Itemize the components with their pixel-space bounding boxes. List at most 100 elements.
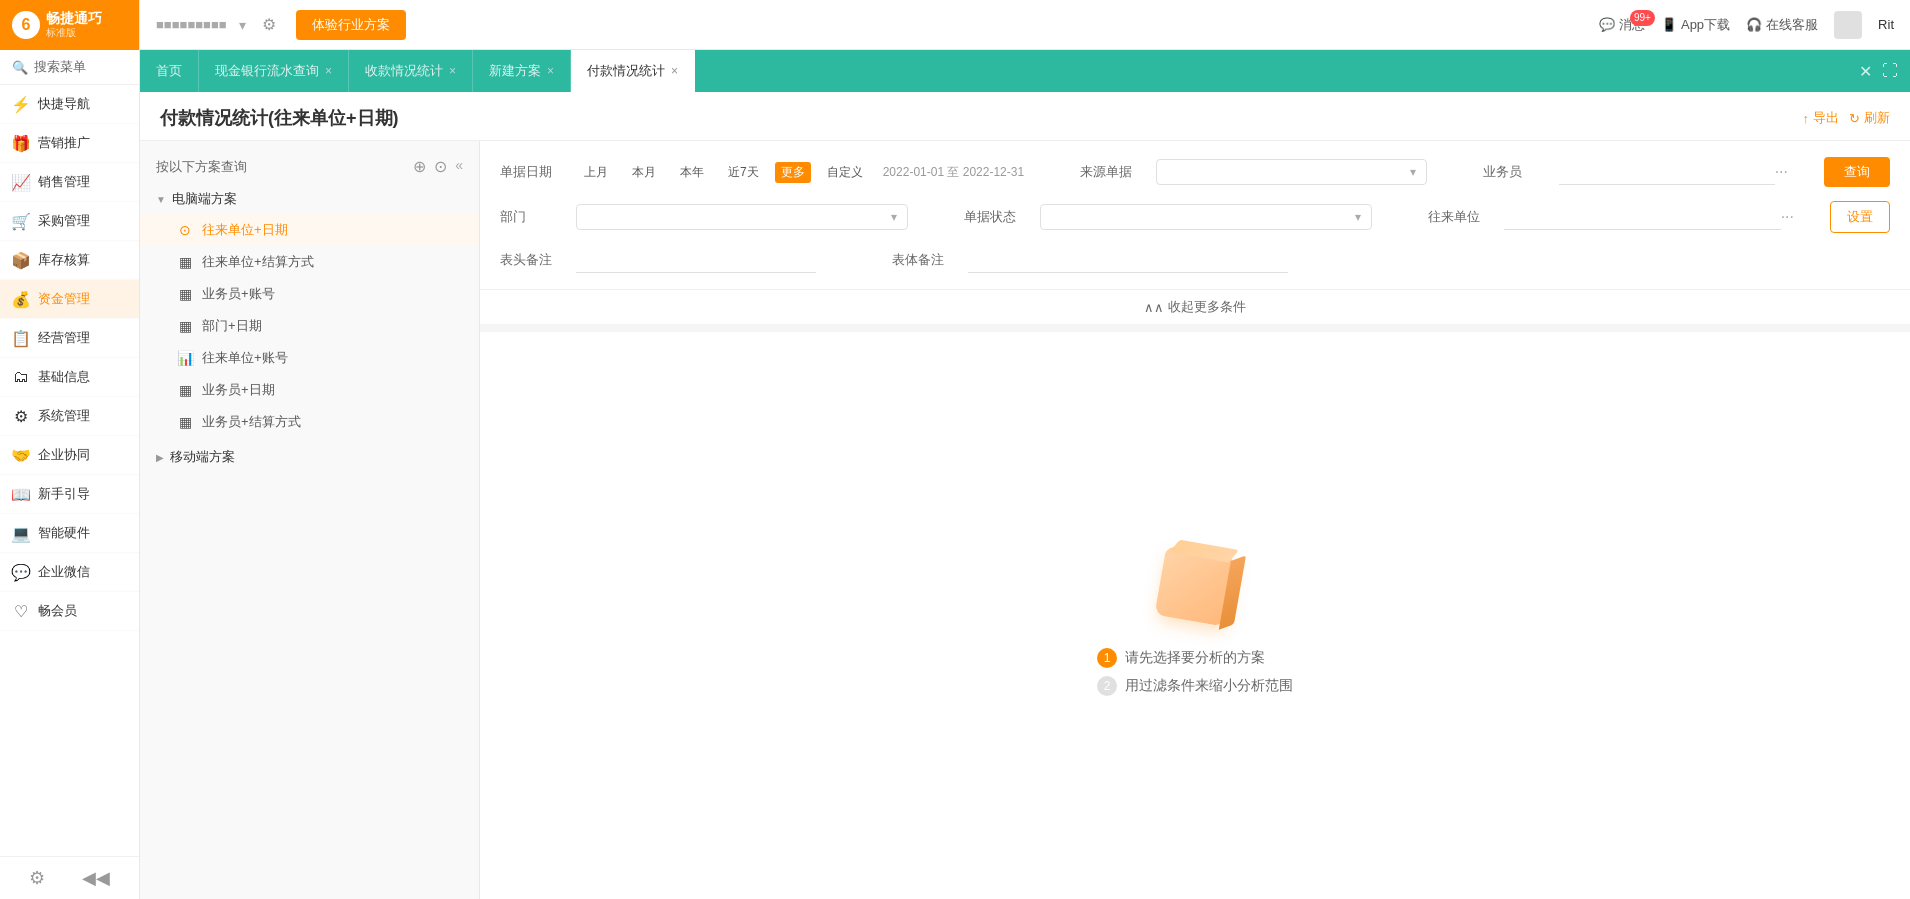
tabbar-actions: ✕ ⛶: [1847, 50, 1910, 92]
staff-input[interactable]: [1559, 159, 1775, 185]
tab-receivable[interactable]: 收款情况统计 ×: [349, 50, 473, 92]
date-btn-custom[interactable]: 自定义: [819, 162, 871, 183]
mobile-group-arrow: ▶: [156, 452, 164, 463]
breadcrumb-arrow[interactable]: ▾: [239, 17, 246, 33]
sidebar-item-quicknav[interactable]: ⚡ 快捷导航: [0, 85, 139, 124]
sidebar-item-system[interactable]: ⚙ 系统管理: [0, 397, 139, 436]
sidebar-item-member[interactable]: ♡ 畅会员: [0, 592, 139, 631]
online-service-btn[interactable]: 🎧 在线客服: [1746, 16, 1818, 34]
scheme-item-unit-account[interactable]: 📊 往来单位+账号: [140, 342, 479, 374]
scheme-settings-icon[interactable]: ⊙: [434, 157, 447, 176]
date-btn-more[interactable]: 更多: [775, 162, 811, 183]
voucher-status-label: 单据状态: [964, 208, 1024, 226]
unit-settlement-icon: ▦: [176, 254, 194, 270]
sidebar-item-finance[interactable]: 💰 资金管理: [0, 280, 139, 319]
refresh-btn[interactable]: ↻ 刷新: [1849, 109, 1890, 127]
scheme-item-unit-settlement-label: 往来单位+结算方式: [202, 253, 314, 271]
staff-input-dots: ···: [1775, 163, 1788, 181]
sidebar-item-basicinfo[interactable]: 🗂 基础信息: [0, 358, 139, 397]
breadcrumb-text: ■■■■■■■■■: [156, 17, 227, 32]
management-icon: 📋: [12, 329, 30, 347]
mobile-scheme-group-header[interactable]: ▶ 移动端方案: [140, 442, 479, 472]
pc-scheme-group: ▼ 电脑端方案 ⊙ 往来单位+日期 ▦ 往来单位+结算方式 ▦ 业务员+账号: [140, 184, 479, 438]
collapse-icon: ∧∧: [1144, 300, 1164, 315]
empty-hint-2: 2 用过滤条件来缩小分析范围: [1097, 676, 1293, 696]
purchase-icon: 🛒: [12, 212, 30, 230]
export-btn[interactable]: ↑ 导出: [1803, 109, 1840, 127]
scheme-item-staff-settlement[interactable]: ▦ 业务员+结算方式: [140, 406, 479, 438]
header-note-label: 表头备注: [500, 251, 560, 269]
collapse-label: 收起更多条件: [1168, 298, 1246, 316]
date-btn-7days[interactable]: 近7天: [720, 162, 767, 183]
sidebar-item-inventory[interactable]: 📦 库存核算: [0, 241, 139, 280]
scheme-item-unit-date[interactable]: ⊙ 往来单位+日期: [140, 214, 479, 246]
unit-label: 往来单位: [1428, 208, 1488, 226]
sidebar-item-newbie[interactable]: 📖 新手引导: [0, 475, 139, 514]
tab-receivable-label: 收款情况统计: [365, 62, 443, 80]
date-btn-thisyear[interactable]: 本年: [672, 162, 712, 183]
tabbar: 首页 现金银行流水查询 × 收款情况统计 × 新建方案 × 付款情况统计 × ✕…: [140, 50, 1910, 92]
scheme-item-staff-date[interactable]: ▦ 业务员+日期: [140, 374, 479, 406]
search-label: 搜索菜单: [34, 58, 86, 76]
sidebar-item-enterprise[interactable]: 🤝 企业协同: [0, 436, 139, 475]
sidebar-item-corpwechat[interactable]: 💬 企业微信: [0, 553, 139, 592]
sidebar-item-marketing[interactable]: 🎁 营销推广: [0, 124, 139, 163]
pc-group-title: 电脑端方案: [172, 190, 237, 208]
dept-select-arrow: ▾: [891, 210, 897, 224]
message-btn[interactable]: 💬 消息 99+: [1599, 16, 1645, 34]
try-industry-btn[interactable]: 体验行业方案: [296, 10, 406, 40]
scheme-item-dept-date[interactable]: ▦ 部门+日期: [140, 310, 479, 342]
tab-new-scheme[interactable]: 新建方案 ×: [473, 50, 571, 92]
collapse-panel-icon[interactable]: «: [455, 157, 463, 176]
tab-cash-flow-label: 现金银行流水查询: [215, 62, 319, 80]
tabbar-expand-icon[interactable]: ⛶: [1882, 62, 1898, 80]
tab-cash-flow-close[interactable]: ×: [325, 64, 332, 78]
scheme-item-staff-account-label: 业务员+账号: [202, 285, 275, 303]
add-scheme-icon[interactable]: ⊕: [413, 157, 426, 176]
empty-hint-1: 1 请先选择要分析的方案: [1097, 648, 1293, 668]
sidebar-item-sales[interactable]: 📈 销售管理: [0, 163, 139, 202]
enterprise-icon: 🤝: [12, 446, 30, 464]
topbar-right: 💬 消息 99+ 📱 App下载 🎧 在线客服 Rit: [1599, 11, 1894, 39]
header-note-input[interactable]: [576, 247, 816, 273]
source-select[interactable]: ▾: [1156, 159, 1427, 185]
page-header: 付款情况统计(往来单位+日期) ↑ 导出 ↻ 刷新: [140, 92, 1910, 141]
date-range-text: 2022-01-01 至 2022-12-31: [883, 164, 1024, 181]
date-btn-thismonth[interactable]: 本月: [624, 162, 664, 183]
sidebar-item-purchase[interactable]: 🛒 采购管理: [0, 202, 139, 241]
tab-cash-flow[interactable]: 现金银行流水查询 ×: [199, 50, 349, 92]
system-icon: ⚙: [12, 407, 30, 425]
scheme-item-staff-account[interactable]: ▦ 业务员+账号: [140, 278, 479, 310]
sidebar-item-enterprise-label: 企业协同: [38, 446, 90, 464]
hint-num-2: 2: [1097, 676, 1117, 696]
tab-payment-stat[interactable]: 付款情况统计 ×: [571, 50, 695, 92]
user-avatar[interactable]: [1834, 11, 1862, 39]
date-btn-lastmonth[interactable]: 上月: [576, 162, 616, 183]
collapse-more-btn[interactable]: ∧∧ 收起更多条件: [480, 289, 1910, 324]
right-content: 单据日期 上月 本月 本年 近7天 更多 自定义 2022-01-01 至 20…: [480, 141, 1910, 899]
sidebar-item-sales-label: 销售管理: [38, 173, 90, 191]
unit-input[interactable]: [1504, 204, 1781, 230]
scheme-item-unit-settlement[interactable]: ▦ 往来单位+结算方式: [140, 246, 479, 278]
voucher-status-select[interactable]: ▾: [1040, 204, 1372, 230]
query-btn[interactable]: 查询: [1824, 157, 1890, 187]
sidebar-search[interactable]: 🔍 搜索菜单: [0, 50, 139, 85]
tabbar-close-all-icon[interactable]: ✕: [1859, 62, 1872, 81]
sidebar-item-management[interactable]: 📋 经营管理: [0, 319, 139, 358]
app-download-btn[interactable]: 📱 App下载: [1661, 16, 1730, 34]
topbar-gear-icon[interactable]: ⚙: [262, 15, 276, 34]
sidebar-item-smarthw[interactable]: 💻 智能硬件: [0, 514, 139, 553]
pc-scheme-group-header[interactable]: ▼ 电脑端方案: [140, 184, 479, 214]
tab-payment-stat-close[interactable]: ×: [671, 64, 678, 78]
tab-receivable-close[interactable]: ×: [449, 64, 456, 78]
collapse-sidebar-icon[interactable]: ◀◀: [82, 867, 110, 889]
left-panel-header: 按以下方案查询 ⊕ ⊙ «: [140, 153, 479, 184]
dept-select[interactable]: ▾: [576, 204, 908, 230]
username-text[interactable]: Rit: [1878, 17, 1894, 32]
setting-btn[interactable]: 设置: [1830, 201, 1890, 233]
tab-new-scheme-close[interactable]: ×: [547, 64, 554, 78]
tab-home[interactable]: 首页: [140, 50, 199, 92]
staff-date-icon: ▦: [176, 382, 194, 398]
settings-icon[interactable]: ⚙: [29, 867, 45, 889]
body-note-input[interactable]: [968, 247, 1288, 273]
